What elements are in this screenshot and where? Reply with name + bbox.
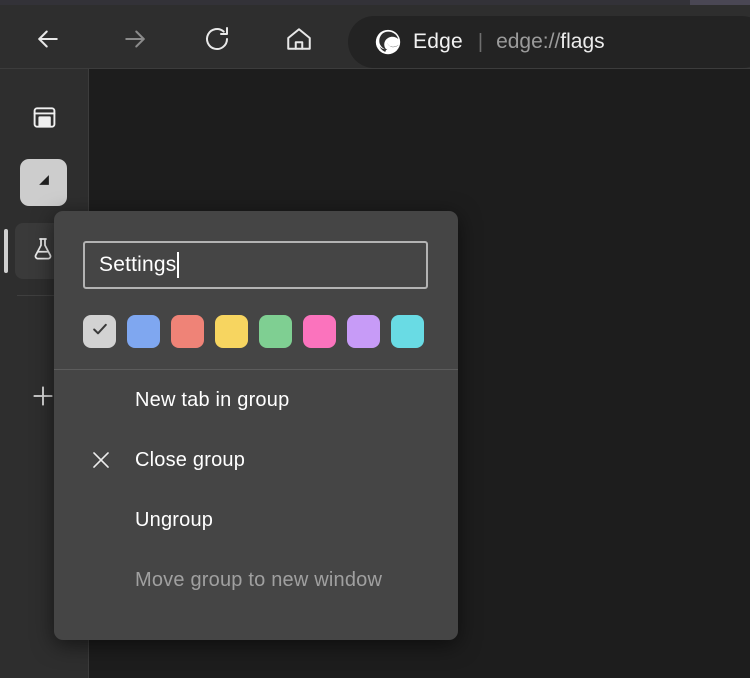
menu-item-new-tab-in-group[interactable]: New tab in group (54, 370, 458, 430)
back-button[interactable] (26, 17, 70, 61)
tab-group-collapsed-icon (31, 167, 57, 198)
color-swatch-pink[interactable] (303, 315, 336, 348)
flask-icon (29, 235, 57, 268)
active-tab-accent-bar (4, 229, 8, 273)
tab-group-context-menu: Settings New tab in group Close group Un… (54, 211, 458, 640)
home-button[interactable] (277, 17, 321, 61)
address-bar-url-host: edge:// (496, 30, 561, 53)
sidebar-item-tab-group-settings[interactable] (20, 159, 67, 206)
plus-icon (29, 382, 57, 415)
color-swatch-cyan[interactable] (391, 315, 424, 348)
group-color-swatches (83, 315, 424, 348)
menu-item-move-group-to-new-window: Move group to new window (54, 550, 458, 610)
menu-item-label: New tab in group (135, 388, 290, 411)
menu-item-label: Move group to new window (135, 568, 383, 591)
browser-toolbar: Edge | edge://flags (0, 5, 750, 68)
tab-pane-toggle-icon (31, 104, 58, 136)
group-name-input[interactable]: Settings (83, 241, 428, 289)
color-swatch-green[interactable] (259, 315, 292, 348)
color-swatch-blue[interactable] (127, 315, 160, 348)
address-bar-url[interactable]: edge://flags (496, 30, 605, 54)
tab-pane-toggle-button[interactable] (19, 95, 69, 145)
group-name-input-value: Settings (99, 253, 177, 276)
browser-window: Edge | edge://flags Settings New tab in … (0, 0, 750, 678)
edge-logo-icon (375, 29, 401, 55)
arrow-right-icon (120, 24, 150, 54)
address-bar-brand: Edge (413, 30, 463, 53)
reload-icon (202, 24, 232, 54)
check-icon (90, 319, 110, 344)
color-swatch-red[interactable] (171, 315, 204, 348)
menu-item-close-group[interactable]: Close group (54, 430, 458, 490)
menu-item-label: Ungroup (135, 508, 214, 531)
forward-button[interactable] (113, 17, 157, 61)
address-bar-url-path: flags (560, 30, 605, 53)
context-menu-items: New tab in group Close group Ungroup Mov… (54, 370, 458, 610)
context-menu-header: Settings (54, 211, 458, 369)
address-bar-separator: | (477, 30, 484, 53)
color-swatch-grey[interactable] (83, 315, 116, 348)
arrow-left-icon (33, 24, 63, 54)
home-icon (284, 24, 314, 54)
color-swatch-purple[interactable] (347, 315, 380, 348)
reload-button[interactable] (195, 17, 239, 61)
color-swatch-yellow[interactable] (215, 315, 248, 348)
close-icon (84, 443, 118, 477)
text-caret (177, 252, 180, 278)
address-bar[interactable]: Edge | edge://flags (348, 16, 750, 68)
menu-item-ungroup[interactable]: Ungroup (54, 490, 458, 550)
menu-item-label: Close group (135, 448, 246, 471)
